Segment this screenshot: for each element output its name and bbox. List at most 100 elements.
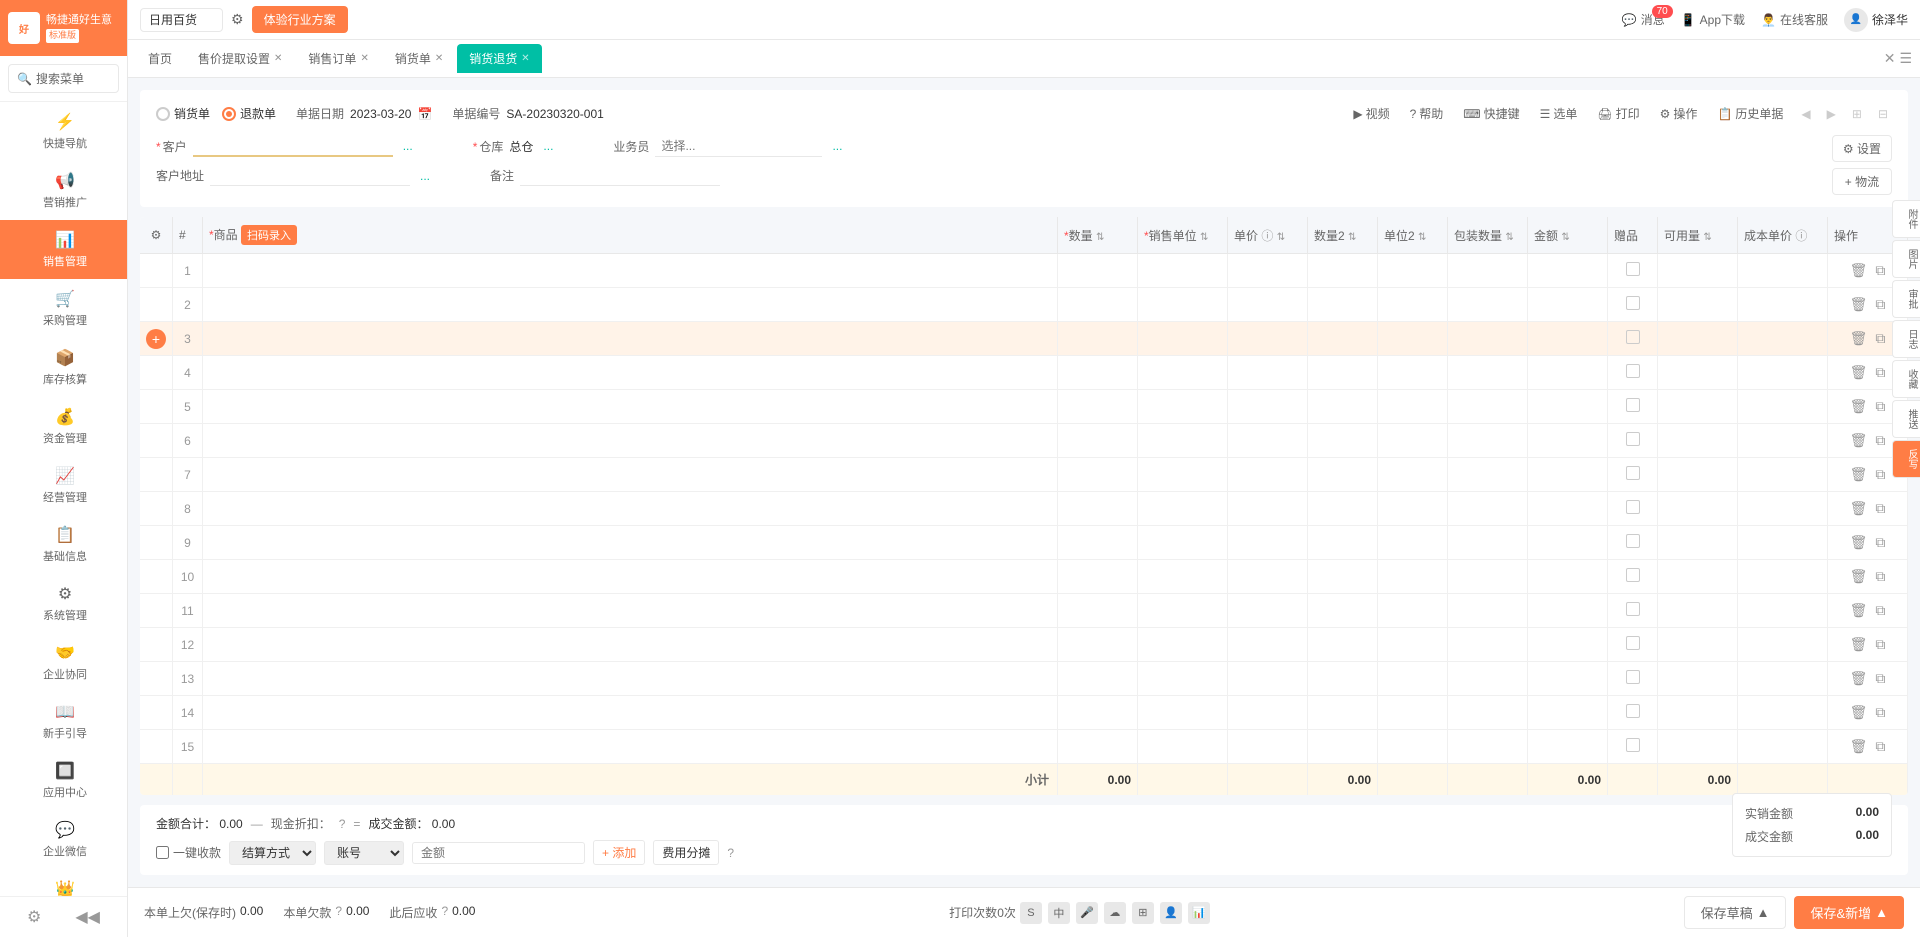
copy-row-button[interactable]: ⧉ bbox=[1873, 260, 1887, 281]
cell-available[interactable] bbox=[1658, 560, 1738, 594]
cell-goods[interactable] bbox=[203, 526, 1058, 560]
cell-cost-price[interactable] bbox=[1738, 322, 1828, 356]
cell-available[interactable] bbox=[1658, 696, 1738, 730]
cell-qty2[interactable] bbox=[1308, 390, 1378, 424]
cell-cost-price[interactable] bbox=[1738, 356, 1828, 390]
cell-gift[interactable] bbox=[1608, 288, 1658, 322]
cell-available[interactable] bbox=[1658, 356, 1738, 390]
cell-qty[interactable] bbox=[1058, 356, 1138, 390]
tab-sales-return-close[interactable]: ✕ bbox=[521, 53, 529, 64]
add-row-button[interactable]: + bbox=[146, 329, 166, 349]
help-button[interactable]: ? 帮助 bbox=[1404, 102, 1450, 125]
delete-row-button[interactable]: 🗑 bbox=[1848, 294, 1870, 315]
cell-goods[interactable] bbox=[203, 492, 1058, 526]
trial-btn[interactable]: 体验行业方案 bbox=[252, 6, 348, 33]
cell-available[interactable] bbox=[1658, 254, 1738, 288]
cell-qty[interactable] bbox=[1058, 424, 1138, 458]
cell-amount[interactable] bbox=[1528, 288, 1608, 322]
cell-qty[interactable] bbox=[1058, 594, 1138, 628]
delete-row-button[interactable]: 🗑 bbox=[1848, 498, 1870, 519]
copy-row-button[interactable]: ⧉ bbox=[1873, 328, 1887, 349]
cell-qty2[interactable] bbox=[1308, 730, 1378, 764]
module-select[interactable]: 日用百货 bbox=[140, 8, 223, 32]
tab-close-all-button[interactable]: ✕ bbox=[1884, 50, 1896, 67]
copy-row-button[interactable]: ⧉ bbox=[1873, 600, 1887, 621]
tab-sales-bill[interactable]: 销货单 ✕ bbox=[383, 44, 455, 73]
cell-unit2[interactable] bbox=[1378, 356, 1448, 390]
cell-goods[interactable] bbox=[203, 322, 1058, 356]
cell-gift[interactable] bbox=[1608, 628, 1658, 662]
quick-btn-image[interactable]: 图片 bbox=[1892, 240, 1920, 278]
tab-home[interactable]: 首页 bbox=[136, 44, 184, 73]
cell-unit[interactable] bbox=[1138, 594, 1228, 628]
cell-unit[interactable] bbox=[1138, 356, 1228, 390]
cell-cost-price[interactable] bbox=[1738, 424, 1828, 458]
cell-gift[interactable] bbox=[1608, 526, 1658, 560]
cell-gift[interactable] bbox=[1608, 390, 1658, 424]
amount-input[interactable] bbox=[412, 842, 585, 864]
cell-goods[interactable] bbox=[203, 628, 1058, 662]
print-button[interactable]: 🖨 打印 bbox=[1591, 102, 1645, 125]
delete-row-button[interactable]: 🗑 bbox=[1848, 464, 1870, 485]
cell-goods[interactable] bbox=[203, 458, 1058, 492]
sidebar-item-finance[interactable]: 💰 资金管理 bbox=[0, 397, 127, 456]
cell-qty[interactable] bbox=[1058, 254, 1138, 288]
remark-input[interactable] bbox=[520, 165, 720, 186]
cell-qty[interactable] bbox=[1058, 662, 1138, 696]
cell-qty2[interactable] bbox=[1308, 696, 1378, 730]
cell-cost-price[interactable] bbox=[1738, 696, 1828, 730]
cell-goods[interactable] bbox=[203, 356, 1058, 390]
cell-goods[interactable] bbox=[203, 288, 1058, 322]
status-icon-chart[interactable]: 📊 bbox=[1188, 902, 1210, 924]
cell-gift[interactable] bbox=[1608, 560, 1658, 594]
cell-pack-qty[interactable] bbox=[1448, 594, 1528, 628]
gift-checkbox[interactable] bbox=[1626, 602, 1640, 616]
cell-price[interactable] bbox=[1228, 288, 1308, 322]
cell-qty2[interactable] bbox=[1308, 560, 1378, 594]
cell-available[interactable] bbox=[1658, 526, 1738, 560]
cell-unit[interactable] bbox=[1138, 424, 1228, 458]
cell-amount[interactable] bbox=[1528, 424, 1608, 458]
cell-unit[interactable] bbox=[1138, 662, 1228, 696]
logistics-button[interactable]: + 物流 bbox=[1832, 168, 1892, 195]
shortcut-button[interactable]: ⌨ 快捷键 bbox=[1457, 102, 1525, 125]
cell-available[interactable] bbox=[1658, 458, 1738, 492]
cell-pack-qty[interactable] bbox=[1448, 390, 1528, 424]
calendar-icon[interactable]: 📅 bbox=[417, 107, 432, 121]
cell-goods[interactable] bbox=[203, 560, 1058, 594]
cell-price[interactable] bbox=[1228, 628, 1308, 662]
gift-checkbox[interactable] bbox=[1626, 364, 1640, 378]
cell-cost-price[interactable] bbox=[1738, 458, 1828, 492]
gift-checkbox[interactable] bbox=[1626, 466, 1640, 480]
cell-unit2[interactable] bbox=[1378, 322, 1448, 356]
cell-price[interactable] bbox=[1228, 662, 1308, 696]
delete-row-button[interactable]: 🗑 bbox=[1848, 362, 1870, 383]
customer-input[interactable] bbox=[193, 135, 393, 157]
cell-unit[interactable] bbox=[1138, 526, 1228, 560]
cell-unit2[interactable] bbox=[1378, 696, 1448, 730]
cell-qty[interactable] bbox=[1058, 322, 1138, 356]
goods-input[interactable] bbox=[209, 332, 1051, 346]
status-icon-mic[interactable]: 🎤 bbox=[1076, 902, 1098, 924]
delete-row-button[interactable]: 🗑 bbox=[1848, 328, 1870, 349]
cell-unit[interactable] bbox=[1138, 696, 1228, 730]
cell-qty2[interactable] bbox=[1308, 662, 1378, 696]
cell-price[interactable] bbox=[1228, 560, 1308, 594]
gift-checkbox[interactable] bbox=[1626, 262, 1640, 276]
cell-available[interactable] bbox=[1658, 594, 1738, 628]
price-info-icon[interactable]: ⓘ bbox=[1261, 229, 1273, 243]
cell-unit2[interactable] bbox=[1378, 526, 1448, 560]
sort-qty-icon[interactable]: ⇅ bbox=[1096, 232, 1104, 243]
search-menu-button[interactable]: 🔍 搜索菜单 bbox=[8, 64, 119, 93]
sort-unit2-icon[interactable]: ⇅ bbox=[1418, 232, 1426, 243]
cell-goods[interactable] bbox=[203, 730, 1058, 764]
cell-qty2[interactable] bbox=[1308, 322, 1378, 356]
cell-qty[interactable] bbox=[1058, 560, 1138, 594]
cell-cost-price[interactable] bbox=[1738, 662, 1828, 696]
gift-checkbox[interactable] bbox=[1626, 568, 1640, 582]
cell-gift[interactable] bbox=[1608, 730, 1658, 764]
copy-row-button[interactable]: ⧉ bbox=[1873, 430, 1887, 451]
cell-cost-price[interactable] bbox=[1738, 254, 1828, 288]
cell-qty2[interactable] bbox=[1308, 356, 1378, 390]
cell-available[interactable] bbox=[1658, 730, 1738, 764]
